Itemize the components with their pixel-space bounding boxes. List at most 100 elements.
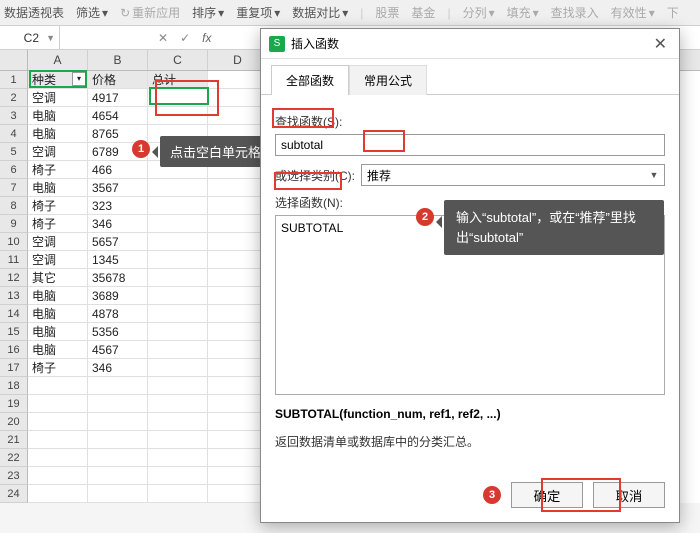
- cell[interactable]: 电脑: [28, 107, 88, 125]
- row-header[interactable]: 3: [0, 107, 28, 125]
- filter-button[interactable]: ▾: [72, 72, 86, 86]
- cell[interactable]: 323: [88, 197, 148, 215]
- cell[interactable]: 1345: [88, 251, 148, 269]
- cell[interactable]: 电脑: [28, 323, 88, 341]
- row-header[interactable]: 24: [0, 485, 28, 503]
- cell[interactable]: 空调: [28, 143, 88, 161]
- row-header[interactable]: 2: [0, 89, 28, 107]
- cell[interactable]: [148, 485, 208, 503]
- cell[interactable]: 5657: [88, 233, 148, 251]
- cell[interactable]: [28, 431, 88, 449]
- col-header-b[interactable]: B: [88, 50, 148, 70]
- cell[interactable]: [148, 467, 208, 485]
- cell[interactable]: [208, 251, 268, 269]
- cell[interactable]: [148, 251, 208, 269]
- row-header[interactable]: 7: [0, 179, 28, 197]
- category-select[interactable]: 推荐 ▼: [361, 164, 665, 186]
- cell[interactable]: [28, 377, 88, 395]
- cell[interactable]: 空调: [28, 89, 88, 107]
- cell[interactable]: 4917: [88, 89, 148, 107]
- cell[interactable]: [208, 197, 268, 215]
- cell[interactable]: [208, 395, 268, 413]
- cell[interactable]: [148, 269, 208, 287]
- cell[interactable]: 3689: [88, 287, 148, 305]
- cell[interactable]: 4878: [88, 305, 148, 323]
- row-header[interactable]: 13: [0, 287, 28, 305]
- cell[interactable]: 3567: [88, 179, 148, 197]
- cell[interactable]: [148, 215, 208, 233]
- cell[interactable]: [148, 107, 208, 125]
- cell[interactable]: [208, 107, 268, 125]
- cell[interactable]: [208, 341, 268, 359]
- row-header[interactable]: 8: [0, 197, 28, 215]
- cell[interactable]: 其它: [28, 269, 88, 287]
- tb-sort[interactable]: 排序▾: [192, 4, 224, 21]
- ok-button[interactable]: 确定: [511, 482, 583, 508]
- tb-reapply[interactable]: ↻重新应用: [120, 4, 180, 21]
- row-header[interactable]: 12: [0, 269, 28, 287]
- tb-pivot[interactable]: 数据透视表: [4, 4, 64, 21]
- tb-fill[interactable]: 填充▾: [507, 4, 539, 21]
- tb-compare[interactable]: 数据对比▾: [292, 4, 348, 21]
- row-header[interactable]: 20: [0, 413, 28, 431]
- row-header[interactable]: 17: [0, 359, 28, 377]
- cell[interactable]: 椅子: [28, 161, 88, 179]
- cell[interactable]: [208, 413, 268, 431]
- col-header-a[interactable]: A: [28, 50, 88, 70]
- cell[interactable]: [88, 485, 148, 503]
- tb-split[interactable]: 分列▾: [463, 4, 495, 21]
- fx-icon[interactable]: fx: [202, 31, 211, 45]
- cell[interactable]: 35678: [88, 269, 148, 287]
- cell[interactable]: [148, 341, 208, 359]
- tb-filter[interactable]: 筛选▾: [76, 4, 108, 21]
- cell[interactable]: [208, 179, 268, 197]
- tb-stock[interactable]: 股票: [375, 4, 399, 21]
- cell[interactable]: 4567: [88, 341, 148, 359]
- cell[interactable]: [208, 377, 268, 395]
- row-header[interactable]: 21: [0, 431, 28, 449]
- cell[interactable]: [88, 413, 148, 431]
- tb-valid[interactable]: 有效性▾: [611, 4, 655, 21]
- cell[interactable]: [148, 413, 208, 431]
- cell[interactable]: [208, 215, 268, 233]
- cell[interactable]: [208, 323, 268, 341]
- cell[interactable]: [88, 449, 148, 467]
- row-header[interactable]: 5: [0, 143, 28, 161]
- cell[interactable]: 椅子: [28, 215, 88, 233]
- cell[interactable]: [148, 377, 208, 395]
- search-function-input[interactable]: [275, 134, 665, 156]
- cell[interactable]: [148, 359, 208, 377]
- cell[interactable]: [148, 233, 208, 251]
- cell[interactable]: [148, 323, 208, 341]
- cell[interactable]: [88, 431, 148, 449]
- cell[interactable]: [208, 359, 268, 377]
- row-header[interactable]: 11: [0, 251, 28, 269]
- tb-dedup[interactable]: 重复项▾: [236, 4, 280, 21]
- row-header[interactable]: 16: [0, 341, 28, 359]
- col-header-c[interactable]: C: [148, 50, 208, 70]
- cell[interactable]: 电脑: [28, 125, 88, 143]
- cell[interactable]: [148, 197, 208, 215]
- cell[interactable]: 346: [88, 359, 148, 377]
- cell[interactable]: [148, 287, 208, 305]
- cell[interactable]: [208, 233, 268, 251]
- cell[interactable]: [28, 449, 88, 467]
- cell[interactable]: [88, 377, 148, 395]
- cell[interactable]: 电脑: [28, 287, 88, 305]
- cell[interactable]: [148, 89, 208, 107]
- cell[interactable]: [208, 485, 268, 503]
- cancel-button[interactable]: 取消: [593, 482, 665, 508]
- cell[interactable]: [28, 395, 88, 413]
- cell[interactable]: [208, 467, 268, 485]
- tab-all-functions[interactable]: 全部函数: [271, 65, 349, 95]
- row-header[interactable]: 18: [0, 377, 28, 395]
- cell[interactable]: 466: [88, 161, 148, 179]
- cell[interactable]: [208, 287, 268, 305]
- cancel-icon[interactable]: ✕: [158, 31, 168, 45]
- cell[interactable]: 空调: [28, 233, 88, 251]
- cell[interactable]: [208, 269, 268, 287]
- cell[interactable]: 电脑: [28, 341, 88, 359]
- header-cell-a[interactable]: 种类▾: [28, 71, 88, 89]
- cell[interactable]: [88, 395, 148, 413]
- cell[interactable]: 电脑: [28, 305, 88, 323]
